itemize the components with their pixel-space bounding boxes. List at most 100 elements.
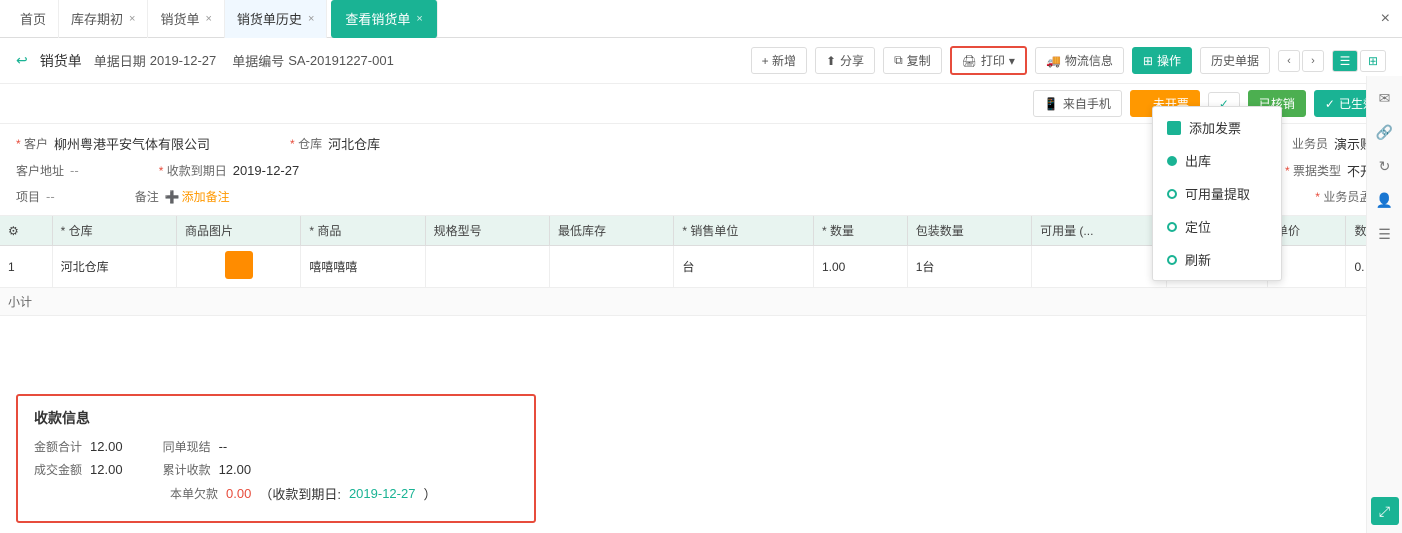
invoice-type-label: 票据类型 [1285,162,1341,179]
sidebar-list-icon[interactable]: ☰ [1371,220,1399,248]
col-product: * 商品 [301,216,425,246]
tab-view-sales-close[interactable]: × [416,13,422,25]
transaction-label: 成交金额 [34,461,82,478]
col-avail: 可用量 (... [1032,216,1167,246]
row-unit: 台 [674,246,814,288]
owed-date: 2019-12-27 [349,486,416,501]
add-invoice-label: 添加发票 [1189,118,1241,137]
share-button[interactable]: ⬆ 分享 [815,47,875,74]
add-invoice-item[interactable]: 添加发票 [1153,111,1281,144]
payment-info-border: 收款信息 金额合计 12.00 同单现结 -- 成交金额 12.00 [16,394,536,523]
payment-date-value: 2019-12-27 [233,163,300,178]
next-button[interactable]: › [1302,50,1324,72]
print-button[interactable]: 🖨 打印 ▾ [950,46,1027,75]
tab-bar: 首页 库存期初 × 销货单 × 销货单历史 × 查看销货单 × × [0,0,1402,38]
doc-date-label: 单据日期 [94,51,146,70]
customer-field: 客户 柳州粤港平安气体有限公司 [16,134,210,153]
tab-sales-history[interactable]: 销货单历史 × [225,0,327,38]
copy-label: 复制 [907,52,931,69]
cumulative-label: 累计收款 [163,461,211,478]
right-sidebar: ✉ 🔗 ↻ 👤 ☰ ⤢ [1366,76,1402,533]
col-qty: * 数量 [814,216,908,246]
add-icon: ➕ [165,190,180,204]
sales-rep-label: 业务员孟 [1315,188,1371,205]
row-pkg-qty: 1台 [907,246,1031,288]
tab-inventory-close[interactable]: × [129,13,135,25]
owed-field: 本单欠款 0.00 （收款到期日: 2019-12-27 ） [170,484,436,503]
payment-info-title: 收款信息 [34,408,518,428]
project-label: 项目 [16,188,40,205]
prev-button[interactable]: ‹ [1278,50,1300,72]
tab-sales-label: 销货单 [160,9,199,28]
logistics-label: 物流信息 [1065,52,1113,69]
col-unit: * 销售单位 [674,216,814,246]
col-image: 商品图片 [176,216,300,246]
from-phone-button[interactable]: 📱 来自手机 [1033,90,1122,117]
project-value: -- [46,189,55,204]
actions-dropdown: 添加发票 出库 可用量提取 定位 刷新 [1152,106,1282,281]
actions-label: 操作 [1157,52,1181,69]
col-pkg-qty: 包装数量 [907,216,1031,246]
sidebar-link-icon[interactable]: 🔗 [1371,118,1399,146]
actions-button[interactable]: ⊞ 操作 [1132,47,1192,74]
tab-inventory-label: 库存期初 [71,9,123,28]
product-thumbnail [225,251,253,279]
tab-home[interactable]: 首页 [8,0,59,38]
window-close-button[interactable]: × [1381,10,1390,28]
same-order-field: 同单现结 -- [163,438,228,455]
sidebar-mail-icon[interactable]: ✉ [1371,84,1399,112]
warehouse-label: 仓库 [290,135,322,152]
add-button[interactable]: + 新增 [751,47,807,74]
tab-sales[interactable]: 销货单 × [148,0,224,38]
actions-icon: ⊞ [1143,54,1153,68]
tab-view-sales[interactable]: 查看销货单 × [331,0,437,38]
owed-label: 本单欠款 [170,485,218,502]
doc-title-area: ↩ 销货单 单据日期 2019-12-27 单据编号 SA-20191227-0… [16,51,394,71]
transaction-value: 12.00 [90,462,123,477]
copy-button[interactable]: ⧉ 复制 [883,47,942,74]
from-phone-label: 来自手机 [1063,95,1111,112]
owed-close: ） [423,484,436,503]
add-note-button[interactable]: ➕ 添加备注 [165,188,230,205]
customer-label: 客户 [16,135,48,152]
available-qty-item[interactable]: 可用量提取 [1153,177,1281,210]
outbound-item[interactable]: 出库 [1153,144,1281,177]
payment-date-label: 收款到期日 [159,162,227,179]
grid-view-button[interactable]: ⊞ [1360,50,1386,72]
row-warehouse: 河北仓库 [52,246,176,288]
total-label: 金额合计 [34,438,82,455]
payment-row-3: 本单欠款 0.00 （收款到期日: 2019-12-27 ） [34,484,518,503]
doc-type-icon: ↩ [16,52,28,69]
tab-inventory[interactable]: 库存期初 × [59,0,148,38]
sidebar-refresh-icon[interactable]: ↻ [1371,152,1399,180]
doc-no-label: 单据编号 [232,51,284,70]
sidebar-user-icon[interactable]: 👤 [1371,186,1399,214]
doc-date-field: 单据日期 2019-12-27 [94,51,217,70]
subtotal-label: 小计 [0,288,1402,316]
locate-item[interactable]: 定位 [1153,210,1281,243]
list-view-button[interactable]: ☰ [1332,50,1358,72]
project-field: 项目 -- [16,188,55,205]
tab-sales-history-close[interactable]: × [308,13,314,25]
address-value: -- [70,163,79,178]
owed-value: 0.00 [226,486,251,501]
toolbar: + 新增 ⬆ 分享 ⧉ 复制 🖨 打印 ▾ 🚚 物流信息 [751,46,1386,75]
employee-label: 业务员 [1292,135,1328,152]
phone-icon: 📱 [1044,97,1059,111]
address-label: 客户地址 [16,162,64,179]
tab-sales-close[interactable]: × [205,13,211,25]
not-open-dot [1141,100,1149,108]
doc-header: ↩ 销货单 单据日期 2019-12-27 单据编号 SA-20191227-0… [0,38,1402,84]
payment-row-1: 金额合计 12.00 同单现结 -- [34,438,518,455]
col-warehouse: * 仓库 [52,216,176,246]
add-invoice-icon [1167,121,1181,135]
logistics-button[interactable]: 🚚 物流信息 [1035,47,1124,74]
share-icon: ⬆ [826,54,836,68]
print-label: 打印 [981,52,1005,69]
history-button[interactable]: 历史单据 [1200,47,1270,74]
payment-info-panel: 收款信息 金额合计 12.00 同单现结 -- 成交金额 12.00 [0,384,552,533]
sidebar-expand-icon[interactable]: ⤢ [1371,497,1399,525]
refresh-item[interactable]: 刷新 [1153,243,1281,276]
logistics-icon: 🚚 [1046,54,1061,68]
tab-home-label: 首页 [20,9,46,28]
